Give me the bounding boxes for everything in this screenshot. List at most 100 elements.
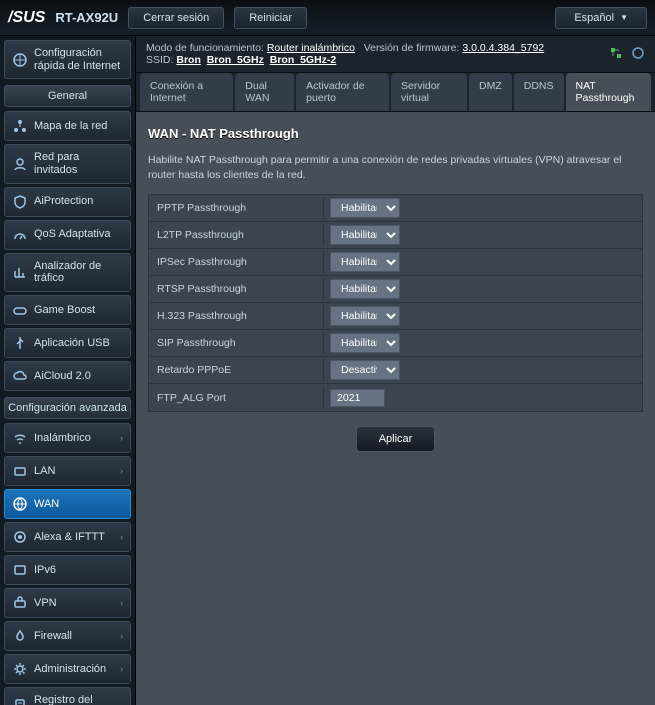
l2tp-select[interactable]: Habilitar <box>330 225 400 245</box>
sidebar-item-aicloud[interactable]: AiCloud 2.0 <box>4 361 131 391</box>
fw-value[interactable]: 3.0.0.4.384_5792 <box>462 42 544 54</box>
tab-nat-passthrough[interactable]: NAT Passthrough <box>566 73 652 111</box>
page-title: WAN - NAT Passthrough <box>148 126 643 141</box>
wifi-icon <box>12 430 28 446</box>
chevron-right-icon: › <box>120 532 123 542</box>
language-select[interactable]: Español ▼ <box>555 7 647 29</box>
gauge-icon <box>12 227 28 243</box>
row-ipsec: IPSec Passthrough Habilitar <box>149 249 642 276</box>
sidebar-item-label: Administración <box>34 663 106 676</box>
chevron-right-icon: › <box>120 664 123 674</box>
sidebar-item-netmap[interactable]: Mapa de la red <box>4 111 131 141</box>
aimesh-icon[interactable] <box>609 46 623 60</box>
brand-logo: /SUS <box>8 9 45 27</box>
logout-button[interactable]: Cerrar sesión <box>128 7 224 29</box>
sidebar-item-label: VPN <box>34 597 57 610</box>
row-label: PPTP Passthrough <box>149 197 324 219</box>
globe-icon <box>12 496 28 512</box>
row-label: H.323 Passthrough <box>149 305 324 327</box>
apply-button[interactable]: Aplicar <box>356 426 436 452</box>
info-bar: Modo de funcionamiento: Router inalámbri… <box>136 36 655 73</box>
sidebar-item-label: Mapa de la red <box>34 120 107 133</box>
fw-label: Versión de firmware: <box>364 42 460 54</box>
chevron-right-icon: › <box>120 433 123 443</box>
chevron-right-icon: › <box>120 466 123 476</box>
model-name: RT-AX92U <box>55 10 118 25</box>
rtsp-select[interactable]: Habilitar <box>330 279 400 299</box>
vpn-icon <box>12 595 28 611</box>
tab-dmz[interactable]: DMZ <box>469 73 512 111</box>
sidebar-item-traffic[interactable]: Analizador de tráfico <box>4 253 131 292</box>
sidebar-item-syslog[interactable]: Registro del sistema <box>4 687 131 705</box>
tab-ddns[interactable]: DDNS <box>514 73 564 111</box>
ssid-1: Bron <box>176 54 201 66</box>
sidebar-item-guest[interactable]: Red para invitados <box>4 144 131 183</box>
sidebar-item-wireless[interactable]: Inalámbrico › <box>4 423 131 453</box>
sidebar-item-alexa[interactable]: Alexa & IFTTT › <box>4 522 131 552</box>
sidebar-item-label: LAN <box>34 465 55 478</box>
pppoe-select[interactable]: Desactivar <box>330 360 400 380</box>
tab-virtual-server[interactable]: Servidor virtual <box>391 73 467 111</box>
row-label: L2TP Passthrough <box>149 224 324 246</box>
chart-icon <box>12 264 28 280</box>
chevron-right-icon: › <box>120 631 123 641</box>
alexa-icon <box>12 529 28 545</box>
sidebar-item-label: Game Boost <box>34 304 95 317</box>
sidebar-item-lan[interactable]: LAN › <box>4 456 131 486</box>
row-label: RTSP Passthrough <box>149 278 324 300</box>
usb-icon <box>12 335 28 351</box>
sidebar-item-wan[interactable]: WAN <box>4 489 131 519</box>
mode-value[interactable]: Router inalámbrico <box>267 42 355 54</box>
sidebar-item-label: WAN <box>34 498 59 511</box>
row-pptp: PPTP Passthrough Habilitar <box>149 195 642 222</box>
row-label: IPSec Passthrough <box>149 251 324 273</box>
sidebar-item-qos[interactable]: QoS Adaptativa <box>4 220 131 250</box>
mode-label: Modo de funcionamiento: <box>146 42 264 54</box>
sidebar-item-vpn[interactable]: VPN › <box>4 588 131 618</box>
settings-table: PPTP Passthrough Habilitar L2TP Passthro… <box>148 194 643 412</box>
sidebar-item-label: Alexa & IFTTT <box>34 531 105 544</box>
pptp-select[interactable]: Habilitar <box>330 198 400 218</box>
main-panel: Modo de funcionamiento: Router inalámbri… <box>136 36 655 705</box>
document-icon <box>12 698 28 705</box>
sidebar-item-label: Registro del sistema <box>34 694 123 705</box>
node-icon[interactable] <box>631 46 645 60</box>
ipsec-select[interactable]: Habilitar <box>330 252 400 272</box>
tab-bar: Conexión a Internet Dual WAN Activador d… <box>136 73 655 112</box>
ssid-3: Bron_5GHz-2 <box>270 54 337 66</box>
firewall-icon <box>12 628 28 644</box>
general-header: General <box>4 85 131 107</box>
sidebar-item-usb[interactable]: Aplicación USB <box>4 328 131 358</box>
ssid-label: SSID: <box>146 54 173 66</box>
sidebar-item-ipv6[interactable]: IPv6 <box>4 555 131 585</box>
row-label: FTP_ALG Port <box>149 387 324 409</box>
sidebar-item-firewall[interactable]: Firewall › <box>4 621 131 651</box>
shield-icon <box>12 194 28 210</box>
sidebar-item-label: Configuración rápida de Internet <box>34 47 123 72</box>
row-rtsp: RTSP Passthrough Habilitar <box>149 276 642 303</box>
ftp-alg-port-input[interactable] <box>330 389 385 407</box>
tab-dual-wan[interactable]: Dual WAN <box>235 73 294 111</box>
sidebar-item-label: AiCloud 2.0 <box>34 370 91 383</box>
sidebar-item-aiprotection[interactable]: AiProtection <box>4 187 131 217</box>
sidebar-item-label: QoS Adaptativa <box>34 228 110 241</box>
top-bar: /SUS RT-AX92U Cerrar sesión Reiniciar Es… <box>0 0 655 36</box>
sip-select[interactable]: Habilitar <box>330 333 400 353</box>
globe-gear-icon <box>12 52 28 68</box>
reboot-button[interactable]: Reiniciar <box>234 7 307 29</box>
quick-setup-button[interactable]: Configuración rápida de Internet <box>4 40 131 79</box>
chevron-down-icon: ▼ <box>620 13 628 22</box>
sidebar-item-gameboost[interactable]: Game Boost <box>4 295 131 325</box>
gear-icon <box>12 661 28 677</box>
row-ftp-alg: FTP_ALG Port <box>149 384 642 411</box>
content-area: WAN - NAT Passthrough Habilite NAT Passt… <box>136 112 655 705</box>
row-pppoe: Retardo PPPoE Desactivar <box>149 357 642 384</box>
ssid-2: Bron_5GHz <box>207 54 264 66</box>
tab-internet-connection[interactable]: Conexión a Internet <box>140 73 233 111</box>
sidebar-item-admin[interactable]: Administración › <box>4 654 131 684</box>
sidebar-item-label: Firewall <box>34 630 72 643</box>
gamepad-icon <box>12 302 28 318</box>
sidebar: Configuración rápida de Internet General… <box>0 36 136 705</box>
h323-select[interactable]: Habilitar <box>330 306 400 326</box>
tab-port-trigger[interactable]: Activador de puerto <box>296 73 389 111</box>
